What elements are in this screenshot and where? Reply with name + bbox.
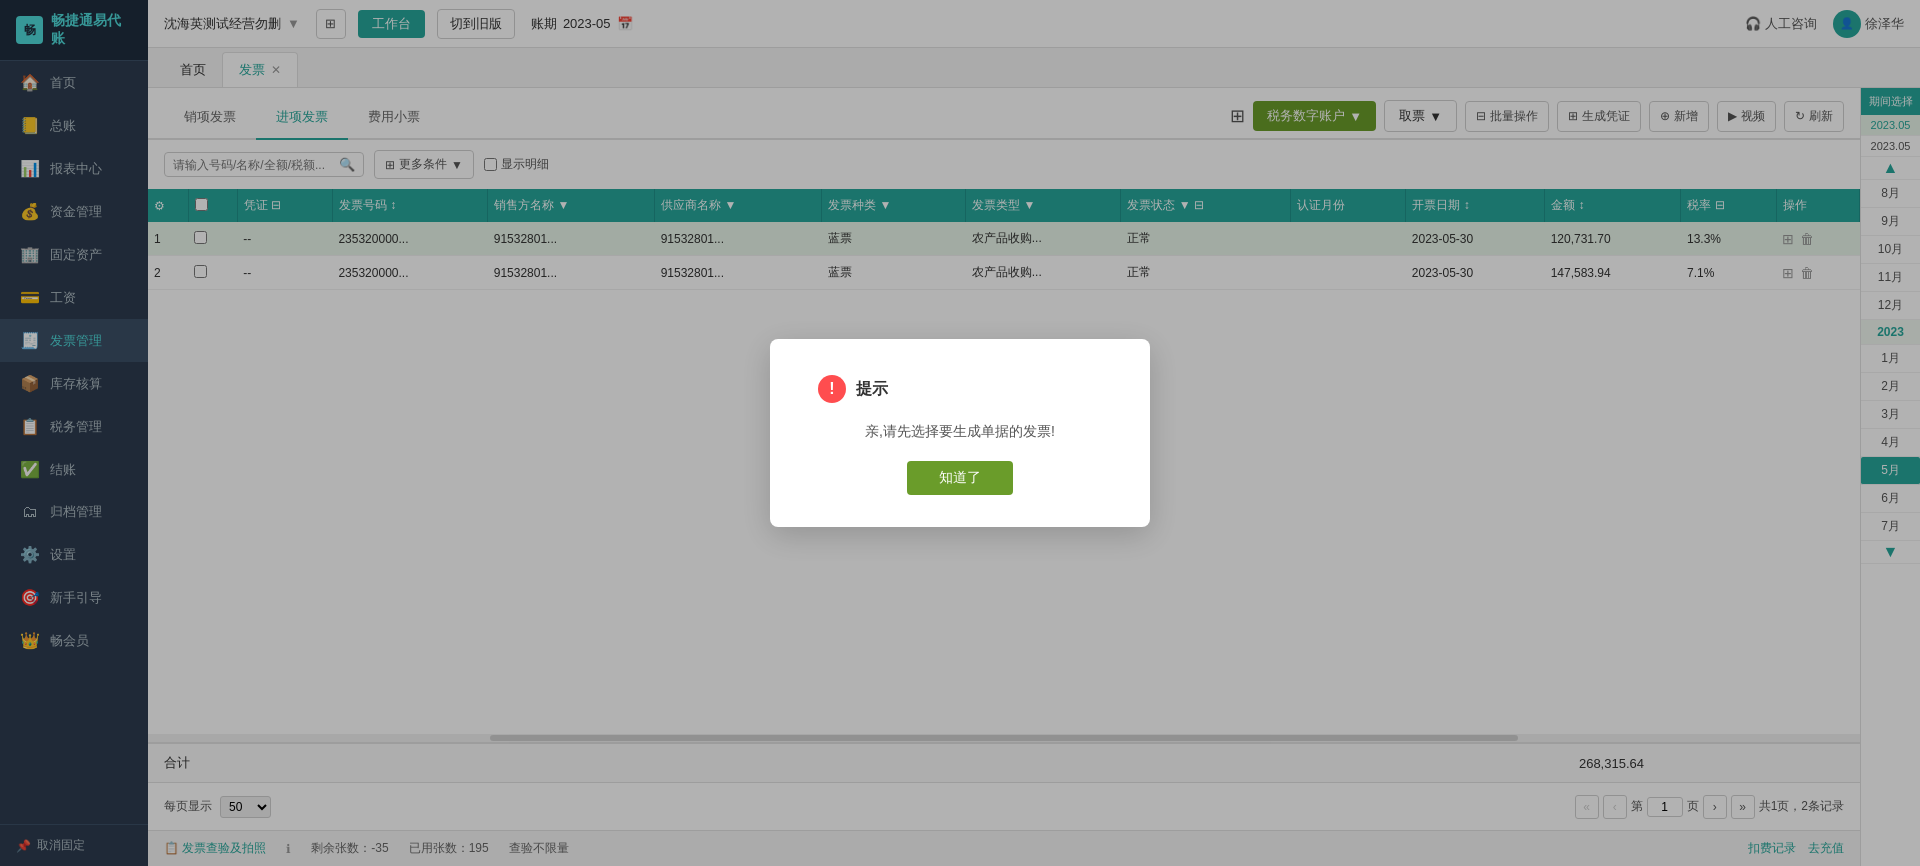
dialog-message: 亲,请先选择要生成单据的发票!	[865, 423, 1055, 439]
dialog-title: 提示	[856, 379, 888, 400]
confirm-btn[interactable]: 知道了	[907, 461, 1013, 495]
dialog-overlay: ! 提示 亲,请先选择要生成单据的发票! 知道了	[0, 0, 1920, 866]
dialog-body: 亲,请先选择要生成单据的发票!	[855, 423, 1065, 441]
dialog-footer: 知道了	[818, 461, 1102, 495]
warning-icon: !	[818, 375, 846, 403]
dialog: ! 提示 亲,请先选择要生成单据的发票! 知道了	[770, 339, 1150, 527]
dialog-header: ! 提示	[818, 375, 888, 403]
